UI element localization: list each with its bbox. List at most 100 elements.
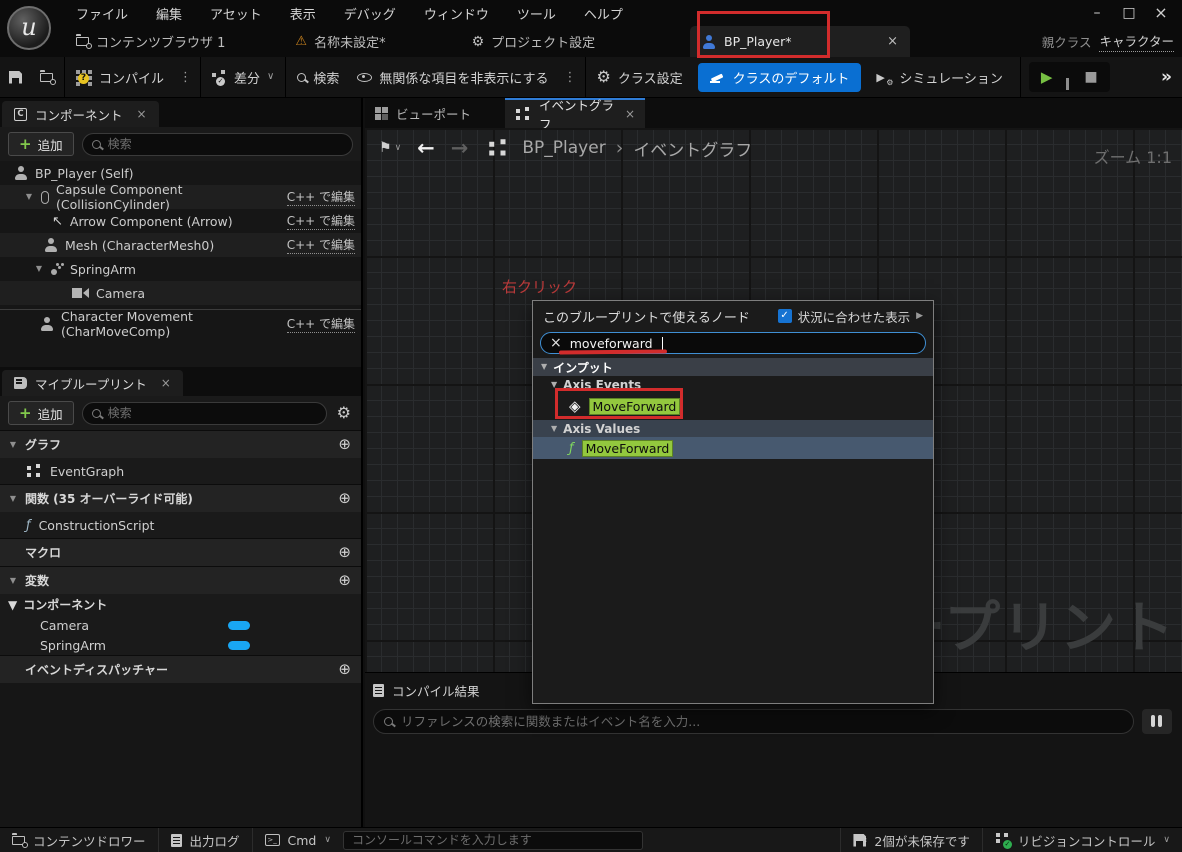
hide-unrelated-button[interactable]: 無関係な項目を非表示にする	[348, 57, 557, 97]
parent-class-link[interactable]: キャラクター	[1099, 31, 1174, 52]
content-drawer-button[interactable]: コンテンツドロワー	[0, 828, 158, 852]
components-search-input[interactable]	[107, 137, 343, 151]
category-input[interactable]: インプット	[533, 358, 933, 376]
functions-section-header[interactable]: 関数 (35 オーバーライド可能)	[0, 484, 361, 512]
event-dispatchers-section-header[interactable]: イベントディスパッチャー	[0, 655, 361, 683]
find-button[interactable]: 検索	[288, 57, 348, 97]
level-tab[interactable]: 名称未設定*	[281, 26, 399, 57]
compile-button[interactable]: ? コンパイル	[67, 57, 173, 97]
add-component-button[interactable]: 追加	[8, 132, 74, 156]
close-tab-icon[interactable]	[625, 108, 635, 120]
event-graph-row[interactable]: EventGraph	[0, 458, 361, 484]
folder-search-icon	[12, 832, 28, 848]
add-function-icon[interactable]	[338, 491, 351, 506]
expander-icon[interactable]	[34, 265, 44, 273]
save-button[interactable]	[0, 57, 31, 97]
maximize-button[interactable]	[1118, 6, 1140, 20]
expander-icon[interactable]	[8, 495, 18, 503]
simulate-button[interactable]: シミュレーション	[867, 57, 1011, 97]
close-tab-icon[interactable]	[887, 35, 898, 48]
viewport-tab[interactable]: ビューポート	[365, 98, 505, 128]
class-defaults-button[interactable]: クラスのデフォルト	[697, 62, 862, 92]
console-command-input[interactable]	[351, 833, 634, 847]
add-blueprint-item-button[interactable]: 追加	[8, 401, 74, 425]
bookmarks-button[interactable]	[379, 141, 401, 155]
breadcrumb-root[interactable]: BP_Player	[522, 138, 605, 158]
add-variable-icon[interactable]	[338, 573, 351, 588]
tree-row-camera[interactable]: Camera	[0, 281, 361, 305]
submenu-arrow-icon[interactable]	[916, 312, 923, 321]
diff-button[interactable]: 差分	[203, 57, 283, 97]
category-axis-values[interactable]: Axis Values	[533, 420, 933, 437]
expander-icon[interactable]	[551, 425, 557, 433]
variable-row-springarm[interactable]: SpringArm	[0, 635, 361, 655]
plus-icon	[19, 137, 32, 152]
blueprint-toolbar: ? コンパイル 差分 検索 無関係な項目を非表示にする クラス設定 クラスのデフ…	[0, 56, 1182, 98]
menu-tools[interactable]: ツール	[503, 0, 570, 26]
my-blueprint-search-input[interactable]	[107, 406, 317, 420]
menu-window[interactable]: ウィンドウ	[410, 0, 503, 26]
add-macro-icon[interactable]	[338, 545, 351, 560]
navigate-forward-icon[interactable]	[451, 138, 469, 159]
close-button[interactable]	[1150, 5, 1172, 21]
menu-item-moveforward-value[interactable]: MoveForward	[533, 437, 933, 459]
cmd-selector[interactable]: >_ Cmd	[253, 828, 343, 852]
find-in-blueprints-button[interactable]	[1142, 708, 1172, 734]
variables-section-header[interactable]: 変数	[0, 566, 361, 594]
tree-row-mesh[interactable]: Mesh (CharacterMesh0) C++ で編集	[0, 233, 361, 257]
edit-in-cpp-link[interactable]: C++ で編集	[286, 236, 355, 254]
play-icon[interactable]	[1041, 70, 1053, 85]
class-settings-button[interactable]: クラス設定	[588, 57, 692, 97]
menu-file[interactable]: ファイル	[62, 0, 142, 26]
edit-in-cpp-link[interactable]: C++ で編集	[286, 212, 355, 230]
components-variable-group[interactable]: コンポーネント	[0, 594, 361, 615]
tree-row-char-movement[interactable]: Character Movement (CharMoveComp) C++ で編…	[0, 309, 361, 339]
compile-options-icon[interactable]	[173, 71, 198, 84]
event-graph-canvas[interactable]: BP_Player イベントグラフ ズーム 1:1 ブループリント 右クリック …	[365, 128, 1182, 704]
browse-button[interactable]	[31, 57, 62, 97]
expander-icon[interactable]	[8, 577, 18, 585]
content-browser-tab[interactable]: コンテンツブラウザ 1	[62, 26, 239, 57]
document-tabs: ビューポート イベントグラフ	[365, 98, 1182, 132]
event-graph-tab[interactable]: イベントグラフ	[505, 98, 645, 132]
components-panel: C コンポーネント 追加 BP_Player (Self)	[0, 98, 361, 339]
components-panel-tab[interactable]: C コンポーネント	[2, 101, 159, 127]
edit-in-cpp-link[interactable]: C++ で編集	[286, 188, 355, 206]
tree-row-springarm[interactable]: SpringArm	[0, 257, 361, 281]
unsaved-status[interactable]: 2個が未保存です	[841, 828, 981, 852]
tree-row-capsule[interactable]: Capsule Component (CollisionCylinder) C+…	[0, 182, 361, 212]
expander-icon[interactable]	[8, 599, 17, 611]
menu-debug[interactable]: デバッグ	[330, 0, 410, 26]
revision-control-button[interactable]: リビジョンコントロール	[983, 828, 1182, 852]
edit-in-cpp-link[interactable]: C++ で編集	[286, 315, 355, 333]
menu-edit[interactable]: 編集	[142, 0, 196, 26]
stop-icon[interactable]	[1084, 70, 1097, 84]
toolbar-overflow-icon[interactable]	[1151, 69, 1182, 86]
graphs-section-header[interactable]: グラフ	[0, 430, 361, 458]
minimize-button[interactable]	[1086, 6, 1108, 20]
expander-icon[interactable]	[24, 193, 34, 201]
construction-script-row[interactable]: ConstructionScript	[0, 512, 361, 538]
expander-icon[interactable]	[541, 363, 547, 371]
menu-view[interactable]: 表示	[276, 0, 330, 26]
close-panel-icon[interactable]	[137, 108, 147, 120]
panel-settings-icon[interactable]	[335, 405, 353, 421]
close-panel-icon[interactable]	[161, 377, 171, 389]
menu-help[interactable]: ヘルプ	[570, 0, 637, 26]
add-dispatcher-icon[interactable]	[338, 662, 351, 677]
add-graph-icon[interactable]	[338, 437, 351, 452]
compile-results-tab[interactable]: コンパイル結果	[392, 681, 480, 700]
variable-row-camera[interactable]: Camera	[0, 615, 361, 635]
tree-row-arrow[interactable]: Arrow Component (Arrow) C++ で編集	[0, 209, 361, 233]
my-blueprint-panel-tab[interactable]: マイブループリント	[2, 370, 183, 396]
output-log-button[interactable]: 出力ログ	[159, 828, 252, 852]
hide-unrelated-options-icon[interactable]	[558, 71, 583, 84]
navigate-back-icon[interactable]	[417, 138, 435, 159]
expander-icon[interactable]	[8, 441, 18, 449]
macros-section-header[interactable]: マクロ	[0, 538, 361, 566]
project-settings-tab[interactable]: プロジェクト設定	[458, 26, 610, 57]
context-sensitive-checkbox[interactable]	[777, 309, 792, 323]
menu-asset[interactable]: アセット	[196, 0, 276, 26]
clear-search-icon[interactable]	[550, 336, 562, 350]
find-references-input[interactable]	[401, 713, 1123, 729]
